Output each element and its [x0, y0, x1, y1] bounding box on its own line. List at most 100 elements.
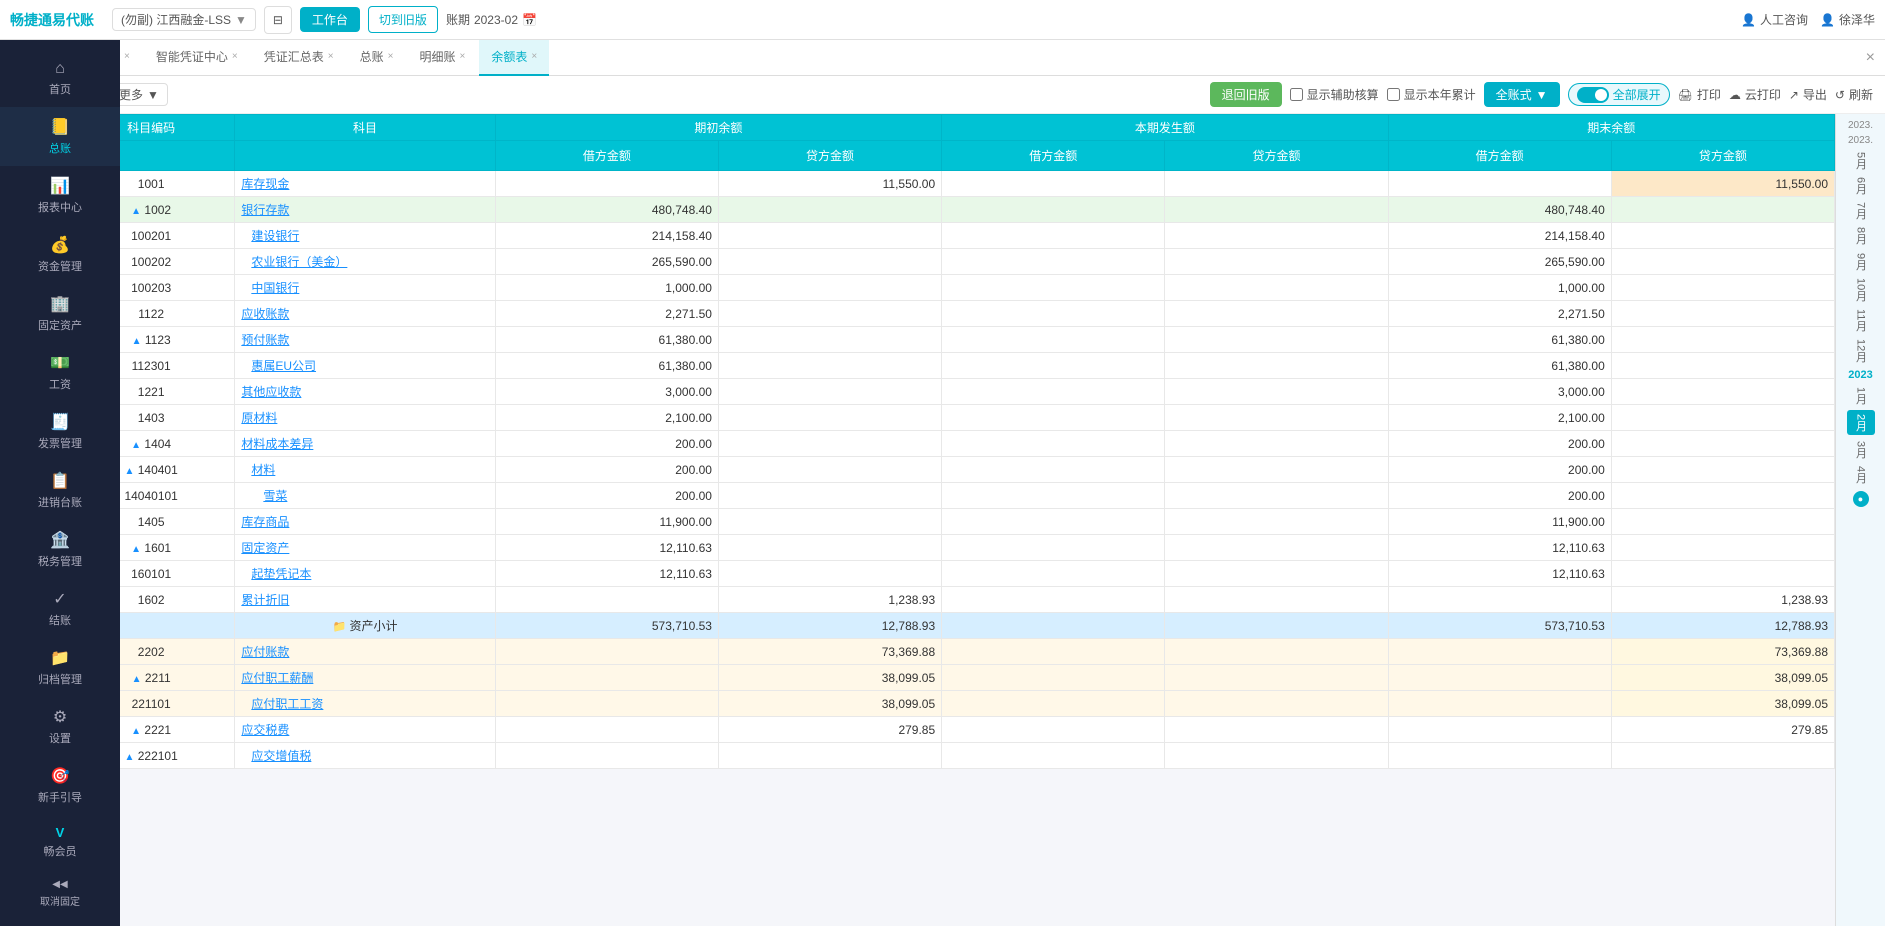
ob-debit-cell: 200.00: [495, 431, 718, 457]
workbench-button[interactable]: 工作台: [300, 7, 360, 32]
subject-name[interactable]: 应付账款: [235, 639, 495, 665]
subject-name[interactable]: 原材料: [235, 405, 495, 431]
close-all-tabs-button[interactable]: ×: [1866, 49, 1875, 67]
sidebar-item-capital[interactable]: 💰 资金管理: [0, 225, 120, 284]
sidebar-item-invoice[interactable]: 🧾 发票管理: [0, 402, 120, 461]
sidebar-item-tax[interactable]: 🏦 税务管理: [0, 520, 120, 579]
subject-name[interactable]: 应收账款: [235, 301, 495, 327]
sidebar-item-assets[interactable]: 🏢 固定资产: [0, 284, 120, 343]
subject-name[interactable]: 材料成本差异: [235, 431, 495, 457]
tab-voucher-summary[interactable]: 凭证汇总表 ×: [252, 40, 346, 76]
expand-all-toggle[interactable]: 全部展开: [1568, 83, 1670, 106]
refresh-button[interactable]: ↺ 刷新: [1835, 86, 1873, 103]
tax-icon: 🏦: [50, 530, 70, 550]
consult-area[interactable]: 👤 人工咨询: [1741, 11, 1808, 28]
sidebar-item-report[interactable]: 📊 报表中心: [0, 166, 120, 225]
eb-credit-cell: [1611, 327, 1834, 353]
month-jan[interactable]: 1月: [1853, 383, 1869, 408]
tab-detail-ledger[interactable]: 明细账 ×: [407, 40, 477, 76]
curr-debit-cell: [942, 301, 1165, 327]
show-annual-checkbox-group[interactable]: 显示本年累计: [1387, 86, 1476, 103]
sidebar-item-guide[interactable]: 🎯 新手引导: [0, 756, 120, 815]
month-may[interactable]: 5月: [1853, 148, 1869, 173]
unpin-button[interactable]: ◀◀ 取消固定: [0, 869, 120, 918]
subject-name[interactable]: 中国银行: [235, 275, 495, 301]
subject-name[interactable]: 农业银行（美金）: [235, 249, 495, 275]
subject-name[interactable]: 应交税费: [235, 717, 495, 743]
company-dropdown-icon: ▼: [235, 13, 247, 27]
subject-name[interactable]: 起垫凭记本: [235, 561, 495, 587]
show-aux-checkbox[interactable]: [1290, 88, 1303, 101]
curr-debit-cell: [942, 587, 1165, 613]
month-mar[interactable]: 3月: [1853, 437, 1869, 462]
tab-new-voucher-close[interactable]: ×: [124, 51, 130, 62]
subject-name[interactable]: 银行存款: [235, 197, 495, 223]
back-old-version-button[interactable]: 退回旧版: [1210, 82, 1282, 107]
tab-smart-voucher[interactable]: 智能凭证中心 ×: [144, 40, 250, 76]
sidebar-item-member[interactable]: V 畅会员: [0, 815, 120, 869]
print-button[interactable]: 🖨 打印: [1678, 86, 1721, 103]
month-jul[interactable]: 7月: [1853, 198, 1869, 223]
sidebar-item-settle[interactable]: ✓ 结账: [0, 579, 120, 638]
eb-debit-cell: [1388, 743, 1611, 769]
subject-name[interactable]: 库存商品: [235, 509, 495, 535]
subject-name[interactable]: 惠属EU公司: [235, 353, 495, 379]
archive-icon: 📁: [50, 648, 70, 668]
ob-credit-cell: 1,238.93: [718, 587, 941, 613]
eb-debit-cell: 480,748.40: [1388, 197, 1611, 223]
ob-credit-cell: 38,099.05: [718, 691, 941, 717]
copy-icon[interactable]: ⊟: [264, 6, 292, 34]
ob-debit-cell: [495, 171, 718, 197]
subject-name[interactable]: 应付职工工资: [235, 691, 495, 717]
guide-icon: 🎯: [50, 766, 70, 786]
company-name: (勿副) 江西融金-LSS: [121, 11, 231, 28]
month-jun[interactable]: 6月: [1853, 173, 1869, 198]
sidebar-item-archive[interactable]: 📁 归档管理: [0, 638, 120, 697]
subject-name[interactable]: 库存现金: [235, 171, 495, 197]
month-feb-active[interactable]: 2月: [1847, 410, 1875, 435]
tab-balance-sheet-close[interactable]: ×: [531, 51, 537, 62]
month-sep[interactable]: 9月: [1853, 249, 1869, 274]
tab-detail-ledger-close[interactable]: ×: [459, 51, 465, 62]
calendar-icon[interactable]: 📅: [522, 13, 537, 27]
tab-smart-voucher-close[interactable]: ×: [232, 51, 238, 62]
full-mode-button[interactable]: 全账式 ▼: [1484, 82, 1560, 107]
sidebar-item-ledger[interactable]: 📒 总账: [0, 107, 120, 166]
tab-ledger-close[interactable]: ×: [388, 51, 394, 62]
right-panel-dot[interactable]: ●: [1853, 491, 1869, 507]
settings-icon: ⚙: [53, 707, 67, 727]
subject-name[interactable]: 材料: [235, 457, 495, 483]
subject-name[interactable]: 应交增值税: [235, 743, 495, 769]
tab-balance-sheet[interactable]: 余额表 ×: [479, 40, 549, 76]
eb-debit-cell: 214,158.40: [1388, 223, 1611, 249]
month-dec[interactable]: 12月: [1853, 335, 1869, 366]
month-nov[interactable]: 11月: [1853, 305, 1869, 335]
month-oct[interactable]: 10月: [1853, 274, 1869, 305]
company-selector[interactable]: (勿副) 江西融金-LSS ▼: [112, 8, 256, 31]
subject-name[interactable]: 固定资产: [235, 535, 495, 561]
export-button[interactable]: ↗ 导出: [1789, 86, 1827, 103]
subject-name[interactable]: 应付职工薪酬: [235, 665, 495, 691]
tab-voucher-summary-close[interactable]: ×: [328, 51, 334, 62]
show-aux-checkbox-group[interactable]: 显示辅助核算: [1290, 86, 1379, 103]
month-aug[interactable]: 8月: [1853, 223, 1869, 248]
sidebar-item-home[interactable]: ⌂ 首页: [0, 50, 120, 107]
subject-name[interactable]: 累计折旧: [235, 587, 495, 613]
subject-name[interactable]: 其他应收款: [235, 379, 495, 405]
sidebar-item-salary[interactable]: 💵 工资: [0, 343, 120, 402]
ob-debit-cell: 61,380.00: [495, 327, 718, 353]
switch-version-button[interactable]: 切到旧版: [368, 6, 438, 33]
sidebar-bottom: ◀◀ 取消固定: [0, 869, 120, 926]
eb-debit-cell: [1388, 665, 1611, 691]
cloud-print-button[interactable]: ☁ 云打印: [1729, 86, 1781, 103]
sidebar-item-settings[interactable]: ⚙ 设置: [0, 697, 120, 756]
show-annual-checkbox[interactable]: [1387, 88, 1400, 101]
subject-name[interactable]: 建设银行: [235, 223, 495, 249]
subject-name[interactable]: 雪菜: [235, 483, 495, 509]
month-apr[interactable]: 4月: [1853, 462, 1869, 487]
user-area[interactable]: 👤 徐泽华: [1820, 11, 1875, 28]
sidebar-item-purchase[interactable]: 📋 进销台账: [0, 461, 120, 520]
tab-ledger[interactable]: 总账 ×: [348, 40, 406, 76]
subject-name[interactable]: 预付账款: [235, 327, 495, 353]
opening-balance-col-header: 期初余额: [495, 115, 941, 141]
